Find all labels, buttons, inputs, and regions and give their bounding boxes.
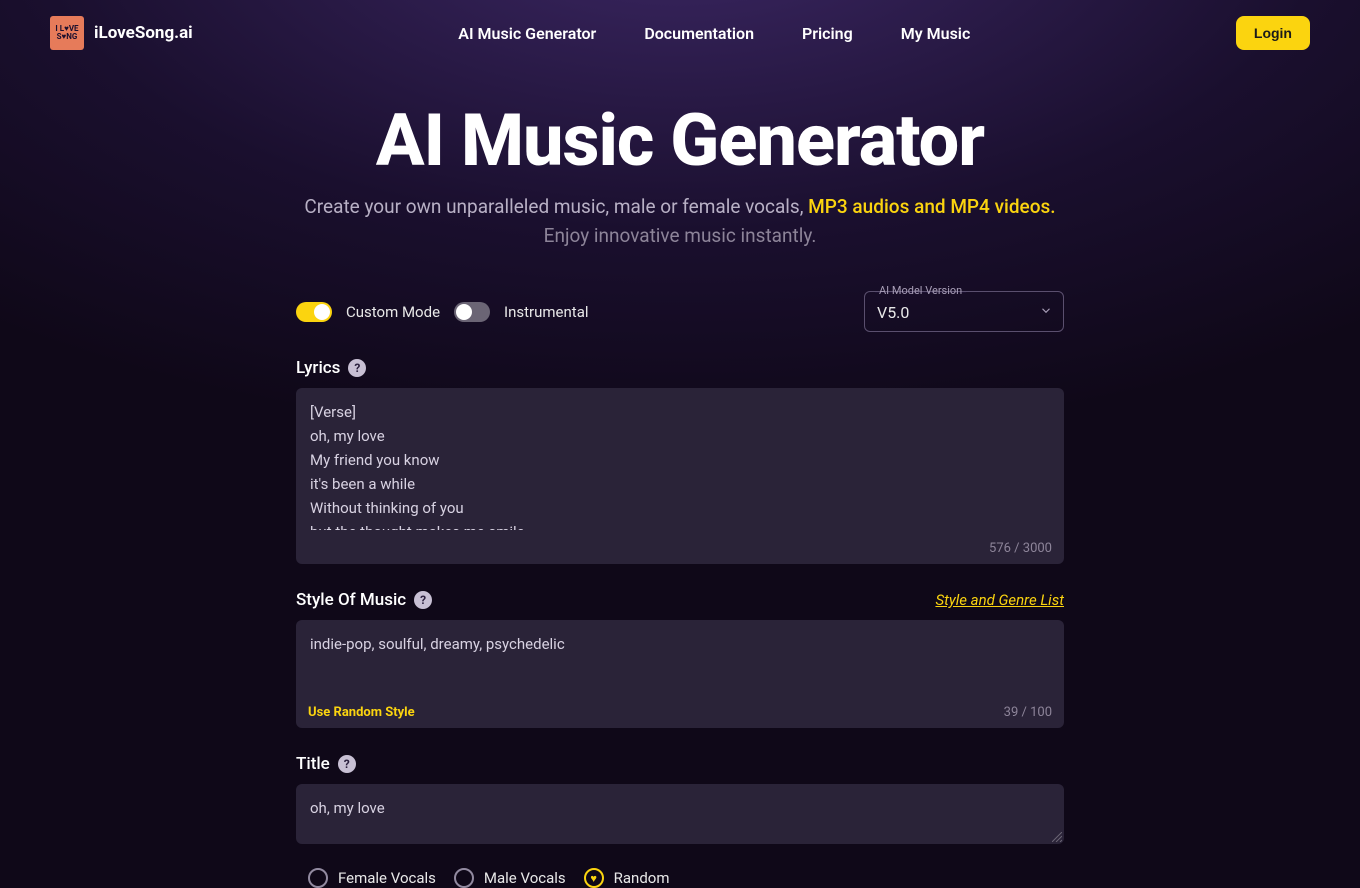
help-icon[interactable]: ? bbox=[338, 755, 356, 773]
style-genre-list-link[interactable]: Style and Genre List bbox=[935, 591, 1064, 609]
lyrics-counter: 576 / 3000 bbox=[989, 541, 1052, 556]
vocals-radio-group: Female Vocals Male Vocals ♥ Random bbox=[296, 868, 1064, 888]
radio-circle-icon bbox=[308, 868, 328, 888]
toggle-knob bbox=[314, 304, 330, 320]
toggles-group: Custom Mode Instrumental bbox=[296, 302, 589, 322]
brand[interactable]: I L♥VE S♥NG iLoveSong.ai bbox=[50, 16, 193, 50]
title-label: Title bbox=[296, 754, 330, 774]
hero: AI Music Generator Create your own unpar… bbox=[0, 98, 1360, 247]
resize-handle-icon bbox=[1052, 832, 1062, 842]
hero-sub-highlight: MP3 audios and MP4 videos. bbox=[808, 195, 1055, 218]
lyrics-label-row: Lyrics ? bbox=[296, 358, 1064, 378]
top-controls-row: Custom Mode Instrumental AI Model Versio… bbox=[296, 291, 1064, 332]
toggle-knob bbox=[456, 304, 472, 320]
generator-form: Custom Mode Instrumental AI Model Versio… bbox=[296, 291, 1064, 888]
page-title: AI Music Generator bbox=[0, 98, 1360, 183]
help-icon[interactable]: ? bbox=[348, 359, 366, 377]
radio-female-vocals[interactable]: Female Vocals bbox=[308, 868, 436, 888]
radio-label: Male Vocals bbox=[484, 869, 566, 887]
radio-circle-icon bbox=[454, 868, 474, 888]
use-random-style-button[interactable]: Use Random Style bbox=[308, 705, 415, 720]
nav-pricing[interactable]: Pricing bbox=[802, 24, 853, 43]
title-input[interactable] bbox=[310, 796, 1050, 824]
help-icon[interactable]: ? bbox=[414, 591, 432, 609]
custom-mode-toggle[interactable] bbox=[296, 302, 332, 322]
nav-documentation[interactable]: Documentation bbox=[644, 24, 754, 43]
model-version-legend: AI Model Version bbox=[875, 284, 966, 297]
nav-my-music[interactable]: My Music bbox=[901, 24, 971, 43]
nav-ai-music-generator[interactable]: AI Music Generator bbox=[458, 24, 596, 43]
title-block bbox=[296, 784, 1064, 844]
instrumental-toggle[interactable] bbox=[454, 302, 490, 322]
instrumental-label: Instrumental bbox=[504, 303, 588, 321]
chevron-down-icon bbox=[1039, 302, 1053, 321]
custom-mode-label: Custom Mode bbox=[346, 303, 440, 321]
title-label-row: Title ? bbox=[296, 754, 1064, 774]
radio-male-vocals[interactable]: Male Vocals bbox=[454, 868, 566, 888]
hero-sub-prefix: Create your own unparalleled music, male… bbox=[304, 195, 808, 218]
lyrics-block: 576 / 3000 bbox=[296, 388, 1064, 564]
style-label-group: Style Of Music ? bbox=[296, 590, 432, 610]
style-input[interactable] bbox=[310, 632, 1050, 694]
style-label: Style Of Music bbox=[296, 590, 406, 610]
header: I L♥VE S♥NG iLoveSong.ai AI Music Genera… bbox=[0, 0, 1360, 66]
logo-icon: I L♥VE S♥NG bbox=[50, 16, 84, 50]
heart-icon: ♥ bbox=[590, 872, 597, 885]
model-version-select[interactable]: AI Model Version V5.0 bbox=[864, 291, 1064, 332]
style-counter: 39 / 100 bbox=[1004, 705, 1052, 720]
model-version-value: V5.0 bbox=[877, 303, 909, 322]
radio-label: Random bbox=[614, 869, 670, 887]
main-nav: AI Music Generator Documentation Pricing… bbox=[458, 24, 970, 43]
radio-label: Female Vocals bbox=[338, 869, 436, 887]
style-label-row: Style Of Music ? Style and Genre List bbox=[296, 590, 1064, 610]
brand-name: iLoveSong.ai bbox=[94, 23, 193, 43]
style-block: Use Random Style 39 / 100 bbox=[296, 620, 1064, 728]
login-button[interactable]: Login bbox=[1236, 16, 1310, 50]
radio-random[interactable]: ♥ Random bbox=[584, 868, 670, 888]
lyrics-input[interactable] bbox=[310, 400, 1050, 530]
hero-subtitle-2: Enjoy innovative music instantly. bbox=[0, 224, 1360, 247]
hero-subtitle: Create your own unparalleled music, male… bbox=[0, 195, 1360, 218]
lyrics-label: Lyrics bbox=[296, 358, 340, 378]
radio-circle-icon: ♥ bbox=[584, 868, 604, 888]
